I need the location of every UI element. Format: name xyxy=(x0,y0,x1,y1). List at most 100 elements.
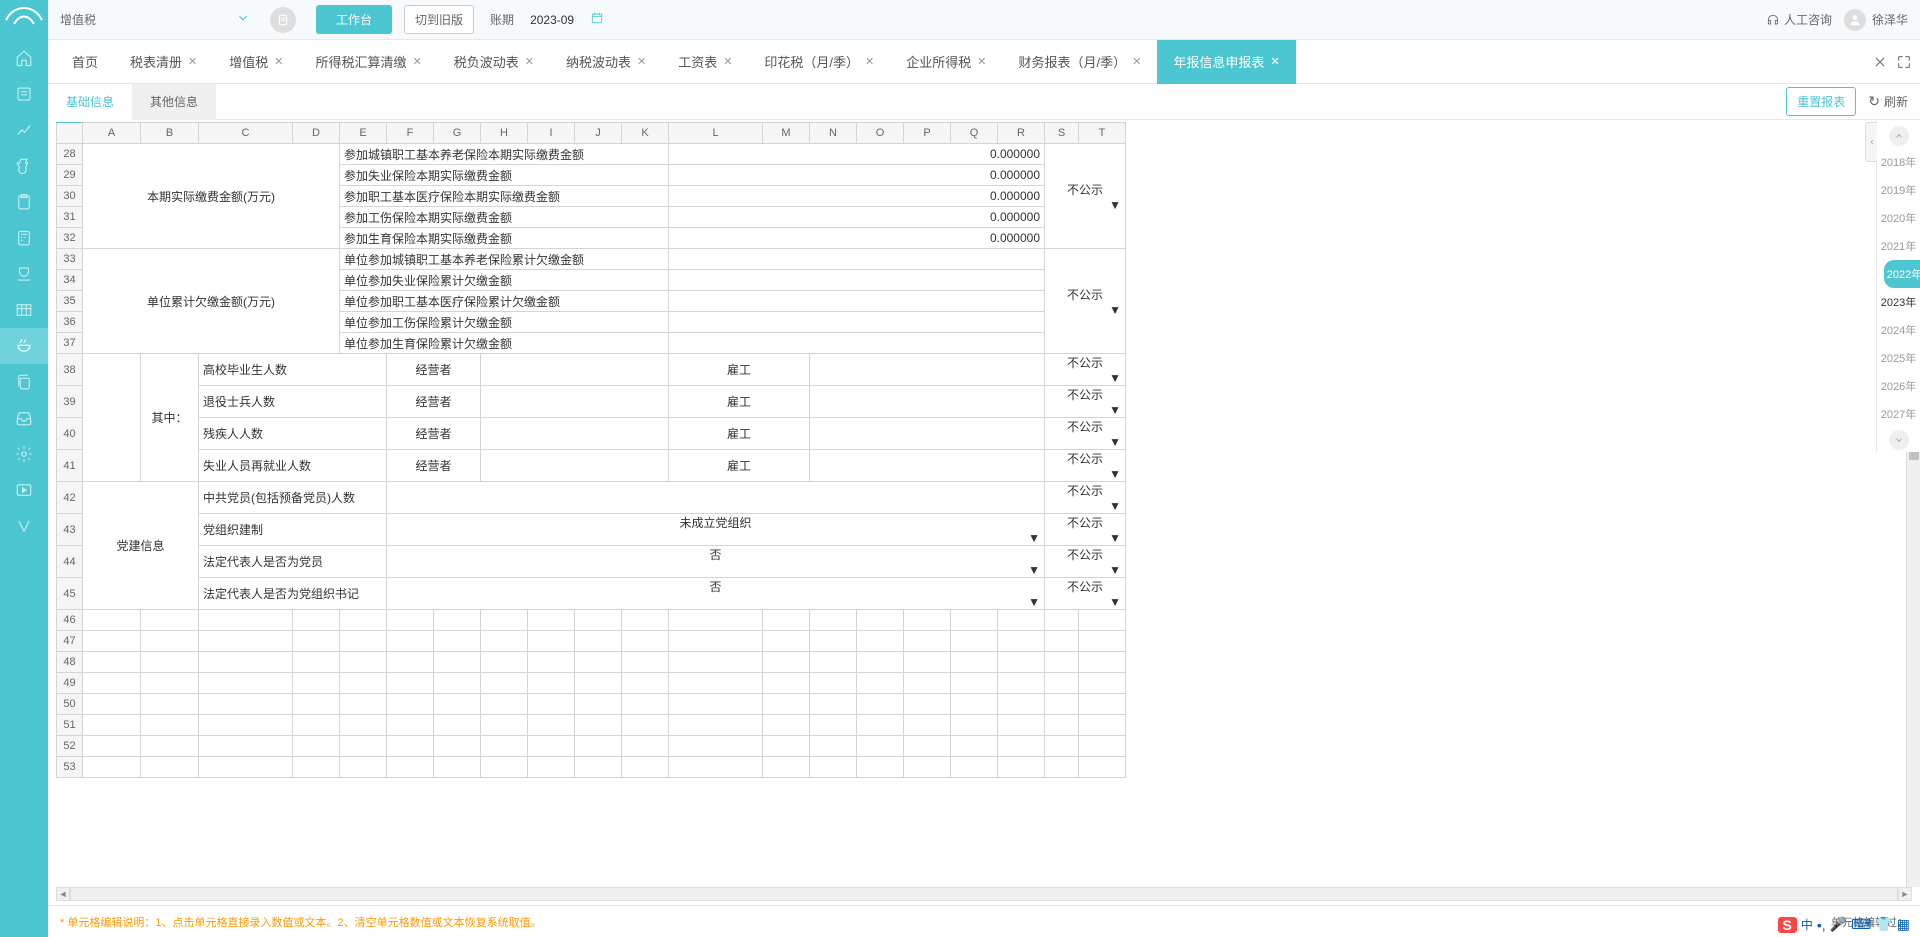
cell[interactable] xyxy=(199,673,293,694)
cell[interactable]: 单位参加职工基本医疗保险累计欠缴金额 xyxy=(340,291,669,312)
cell[interactable] xyxy=(622,652,669,673)
cell[interactable] xyxy=(141,673,199,694)
cell[interactable] xyxy=(141,694,199,715)
cell[interactable] xyxy=(575,610,622,631)
cell[interactable] xyxy=(434,652,481,673)
cell[interactable] xyxy=(622,694,669,715)
col-header-E[interactable]: E xyxy=(340,123,387,144)
year-2018年[interactable]: 2018年 xyxy=(1878,148,1919,176)
cell[interactable]: 单位参加生育保险累计欠缴金额 xyxy=(340,333,669,354)
cell[interactable] xyxy=(293,631,340,652)
cell[interactable] xyxy=(481,673,528,694)
row-number[interactable]: 52 xyxy=(57,736,83,757)
cell[interactable]: 经营者 xyxy=(387,450,481,482)
cell[interactable] xyxy=(293,610,340,631)
cell[interactable] xyxy=(763,631,810,652)
cell[interactable] xyxy=(83,715,141,736)
cell[interactable]: 党建信息 xyxy=(83,482,199,610)
cell[interactable] xyxy=(340,652,387,673)
cell[interactable] xyxy=(293,715,340,736)
col-header-B[interactable]: B xyxy=(141,123,199,144)
row-number[interactable]: 42 xyxy=(57,482,83,514)
tab-1[interactable]: 税表清册✕ xyxy=(114,40,213,84)
cell[interactable] xyxy=(998,610,1045,631)
hscroll-left-icon[interactable]: ◄ xyxy=(56,887,70,901)
horizontal-scrollbar[interactable]: ◄ ► xyxy=(56,887,1912,901)
col-header-I[interactable]: I xyxy=(528,123,575,144)
col-header-A[interactable]: A xyxy=(83,123,141,144)
tab-close-icon[interactable]: ✕ xyxy=(1270,55,1279,68)
entity-selector[interactable]: 增值税 xyxy=(60,11,250,28)
cell[interactable] xyxy=(1045,694,1079,715)
cell[interactable] xyxy=(669,715,763,736)
nav-copy-icon[interactable] xyxy=(0,364,48,400)
cell[interactable] xyxy=(528,652,575,673)
cell[interactable]: 失业人员再就业人数 xyxy=(199,450,387,482)
col-header-T[interactable]: T xyxy=(1079,123,1126,144)
year-2025年[interactable]: 2025年 xyxy=(1878,344,1919,372)
cell[interactable] xyxy=(810,652,857,673)
cell[interactable] xyxy=(340,694,387,715)
cell[interactable]: 法定代表人是否为党组织书记 xyxy=(199,578,387,610)
col-header-L[interactable]: L xyxy=(669,123,763,144)
cell[interactable] xyxy=(528,694,575,715)
cell[interactable] xyxy=(434,610,481,631)
cell[interactable] xyxy=(83,736,141,757)
cell[interactable]: 参加职工基本医疗保险本期实际缴费金额 xyxy=(340,186,669,207)
cell[interactable] xyxy=(293,736,340,757)
subtab-1[interactable]: 其他信息 xyxy=(132,84,216,120)
tab-close-icon[interactable]: ✕ xyxy=(723,55,732,68)
col-header-C[interactable]: C xyxy=(199,123,293,144)
col-header-R[interactable]: R xyxy=(998,123,1045,144)
doc-icon[interactable] xyxy=(270,7,296,33)
year-up-button[interactable] xyxy=(1889,126,1909,146)
cell[interactable] xyxy=(481,418,669,450)
cell[interactable] xyxy=(810,736,857,757)
calendar-icon[interactable] xyxy=(586,11,604,28)
cell[interactable]: 参加城镇职工基本养老保险本期实际缴费金额 xyxy=(340,144,669,165)
cell[interactable] xyxy=(340,673,387,694)
cell[interactable] xyxy=(763,694,810,715)
cell[interactable] xyxy=(810,450,1045,482)
row-number[interactable]: 45 xyxy=(57,578,83,610)
cell[interactable] xyxy=(951,631,998,652)
cell[interactable] xyxy=(83,354,141,482)
cell[interactable] xyxy=(481,757,528,778)
cell[interactable] xyxy=(810,610,857,631)
cell[interactable] xyxy=(763,652,810,673)
tab-3[interactable]: 所得税汇算清缴✕ xyxy=(299,40,437,84)
cell[interactable] xyxy=(998,673,1045,694)
row-number[interactable]: 33 xyxy=(57,249,83,270)
cell[interactable] xyxy=(141,757,199,778)
cell[interactable] xyxy=(857,652,904,673)
cell[interactable] xyxy=(83,631,141,652)
cell[interactable] xyxy=(669,312,1045,333)
cell[interactable] xyxy=(810,715,857,736)
cell[interactable] xyxy=(622,757,669,778)
cell[interactable]: 不公示▼ xyxy=(1045,418,1126,450)
row-number[interactable]: 32 xyxy=(57,228,83,249)
cell[interactable] xyxy=(904,694,951,715)
col-header-Q[interactable]: Q xyxy=(951,123,998,144)
cell[interactable] xyxy=(387,736,434,757)
cell[interactable] xyxy=(387,652,434,673)
cell[interactable] xyxy=(199,757,293,778)
row-number[interactable]: 51 xyxy=(57,715,83,736)
cell[interactable]: 中共党员(包括预备党员)人数 xyxy=(199,482,387,514)
close-all-icon[interactable] xyxy=(1872,54,1888,70)
tab-close-icon[interactable]: ✕ xyxy=(525,55,534,68)
cell[interactable]: 不公示▼ xyxy=(1045,482,1126,514)
nav-home-icon[interactable] xyxy=(0,40,48,76)
cell[interactable] xyxy=(857,757,904,778)
cell[interactable] xyxy=(622,736,669,757)
cell[interactable]: 不公示▼ xyxy=(1045,249,1126,354)
cell[interactable]: 单位参加失业保险累计欠缴金额 xyxy=(340,270,669,291)
cell[interactable]: 不公示▼ xyxy=(1045,546,1126,578)
cell[interactable] xyxy=(669,631,763,652)
cell[interactable] xyxy=(434,694,481,715)
cell[interactable] xyxy=(434,631,481,652)
row-number[interactable]: 53 xyxy=(57,757,83,778)
row-number[interactable]: 36 xyxy=(57,312,83,333)
year-2023年[interactable]: 2023年 xyxy=(1878,288,1919,316)
nav-chart-icon[interactable] xyxy=(0,112,48,148)
